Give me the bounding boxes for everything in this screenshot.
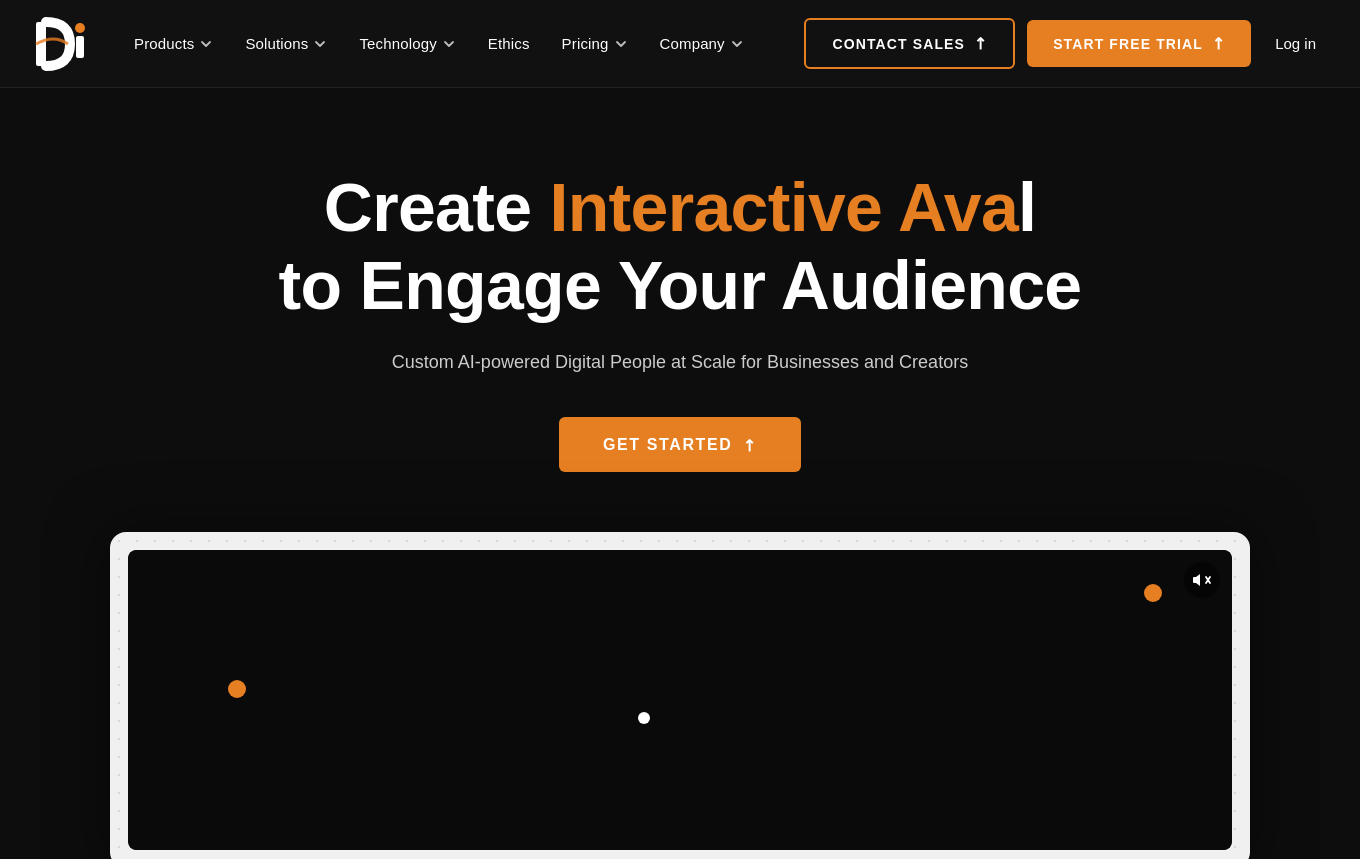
demo-frame (110, 532, 1250, 859)
arrow-icon: ↗ (1206, 32, 1229, 55)
chevron-down-icon (442, 37, 456, 51)
login-button[interactable]: Log in (1263, 27, 1328, 60)
mute-icon (1192, 570, 1212, 590)
hero-title: Create Interactive Aval to Engage Your A… (40, 168, 1320, 324)
nav-label-solutions: Solutions (245, 35, 308, 52)
navbar: Products Solutions Technology Ethics (0, 0, 1360, 88)
hero-subtitle: Custom AI-powered Digital People at Scal… (40, 352, 1320, 373)
chevron-down-icon (199, 37, 213, 51)
hero-section: Create Interactive Aval to Engage Your A… (0, 88, 1360, 859)
hero-title-part3: l (1018, 169, 1036, 245)
contact-sales-button[interactable]: CONTACT SALES ↗ (804, 18, 1015, 69)
nav-links: Products Solutions Technology Ethics (120, 27, 758, 60)
logo[interactable] (32, 14, 92, 74)
nav-item-ethics[interactable]: Ethics (474, 27, 544, 60)
nav-item-solutions[interactable]: Solutions (231, 27, 341, 60)
start-trial-label: START FREE TRIAL (1053, 36, 1203, 52)
nav-item-pricing[interactable]: Pricing (548, 27, 642, 60)
svg-point-1 (75, 23, 85, 33)
arrow-icon: ↗ (738, 433, 762, 457)
nav-right: CONTACT SALES ↗ START FREE TRIAL ↗ Log i… (804, 18, 1328, 69)
nav-label-ethics: Ethics (488, 35, 530, 52)
chevron-down-icon (730, 37, 744, 51)
nav-item-products[interactable]: Products (120, 27, 227, 60)
chevron-down-icon (313, 37, 327, 51)
nav-item-technology[interactable]: Technology (345, 27, 469, 60)
nav-item-company[interactable]: Company (646, 27, 758, 60)
contact-sales-label: CONTACT SALES (832, 36, 965, 52)
nav-left: Products Solutions Technology Ethics (32, 14, 758, 74)
nav-label-products: Products (134, 35, 194, 52)
demo-video-inner (128, 550, 1232, 850)
nav-label-pricing: Pricing (562, 35, 609, 52)
nav-label-company: Company (660, 35, 725, 52)
hero-title-part1: Create (324, 169, 550, 245)
start-trial-button[interactable]: START FREE TRIAL ↗ (1027, 20, 1251, 67)
nav-label-technology: Technology (359, 35, 436, 52)
hero-title-part2: Interactive Ava (550, 169, 1019, 245)
login-label: Log in (1275, 35, 1316, 52)
chevron-down-icon (614, 37, 628, 51)
hero-title-line2: to Engage Your Audience (279, 247, 1082, 323)
get-started-label: GET STARTED (603, 436, 732, 454)
get-started-button[interactable]: GET STARTED ↗ (559, 417, 801, 472)
svg-rect-2 (76, 36, 84, 58)
demo-video-area (128, 550, 1232, 850)
arrow-icon: ↗ (968, 32, 991, 55)
